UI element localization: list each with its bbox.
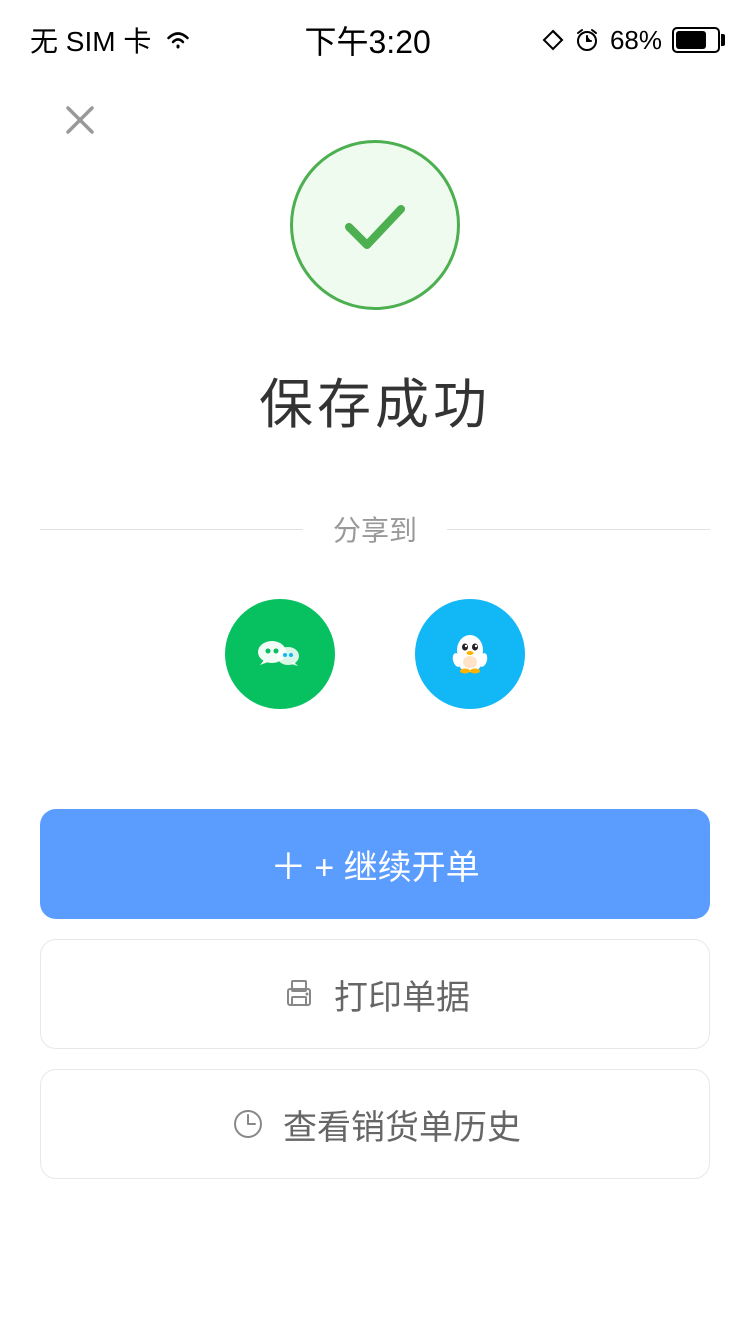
close-button[interactable] [50, 90, 110, 150]
wechat-icon [250, 624, 310, 684]
continue-button-label: + 继续开单 [314, 840, 479, 889]
checkmark-icon [335, 185, 415, 265]
history-icon [229, 1105, 267, 1143]
status-right: 68% [542, 25, 720, 56]
battery-icon [672, 27, 720, 53]
action-buttons: ＋ + 继续开单 打印单据 查看销货单历 [0, 809, 750, 1179]
print-button-label: 打印单据 [334, 970, 470, 1019]
share-label: 分享到 [303, 509, 447, 549]
print-button[interactable]: 打印单据 [40, 939, 710, 1049]
main-content: 保存成功 分享到 [0, 80, 750, 1179]
share-icons-row [0, 599, 750, 709]
alarm-icon [574, 27, 600, 53]
qq-share-button[interactable] [415, 599, 525, 709]
status-time: 下午3:20 [305, 17, 431, 63]
share-divider: 分享到 [0, 509, 750, 549]
status-left: 无 SIM 卡 [30, 20, 193, 60]
battery-percentage: 68% [610, 25, 662, 56]
history-button-label: 查看销货单历史 [283, 1100, 521, 1149]
history-button[interactable]: 查看销货单历史 [40, 1069, 710, 1179]
status-bar: 无 SIM 卡 下午3:20 68% [0, 0, 750, 80]
continue-button[interactable]: ＋ + 继续开单 [40, 809, 710, 919]
success-title: 保存成功 [259, 360, 491, 439]
qq-icon [440, 624, 500, 684]
sim-status: 无 SIM 卡 [30, 20, 151, 60]
wechat-share-button[interactable] [225, 599, 335, 709]
printer-icon [280, 975, 318, 1013]
wifi-icon [163, 28, 193, 52]
location-icon [542, 29, 564, 51]
plus-icon: ＋ [270, 838, 306, 890]
share-section: 分享到 [0, 509, 750, 759]
success-icon-circle [290, 140, 460, 310]
